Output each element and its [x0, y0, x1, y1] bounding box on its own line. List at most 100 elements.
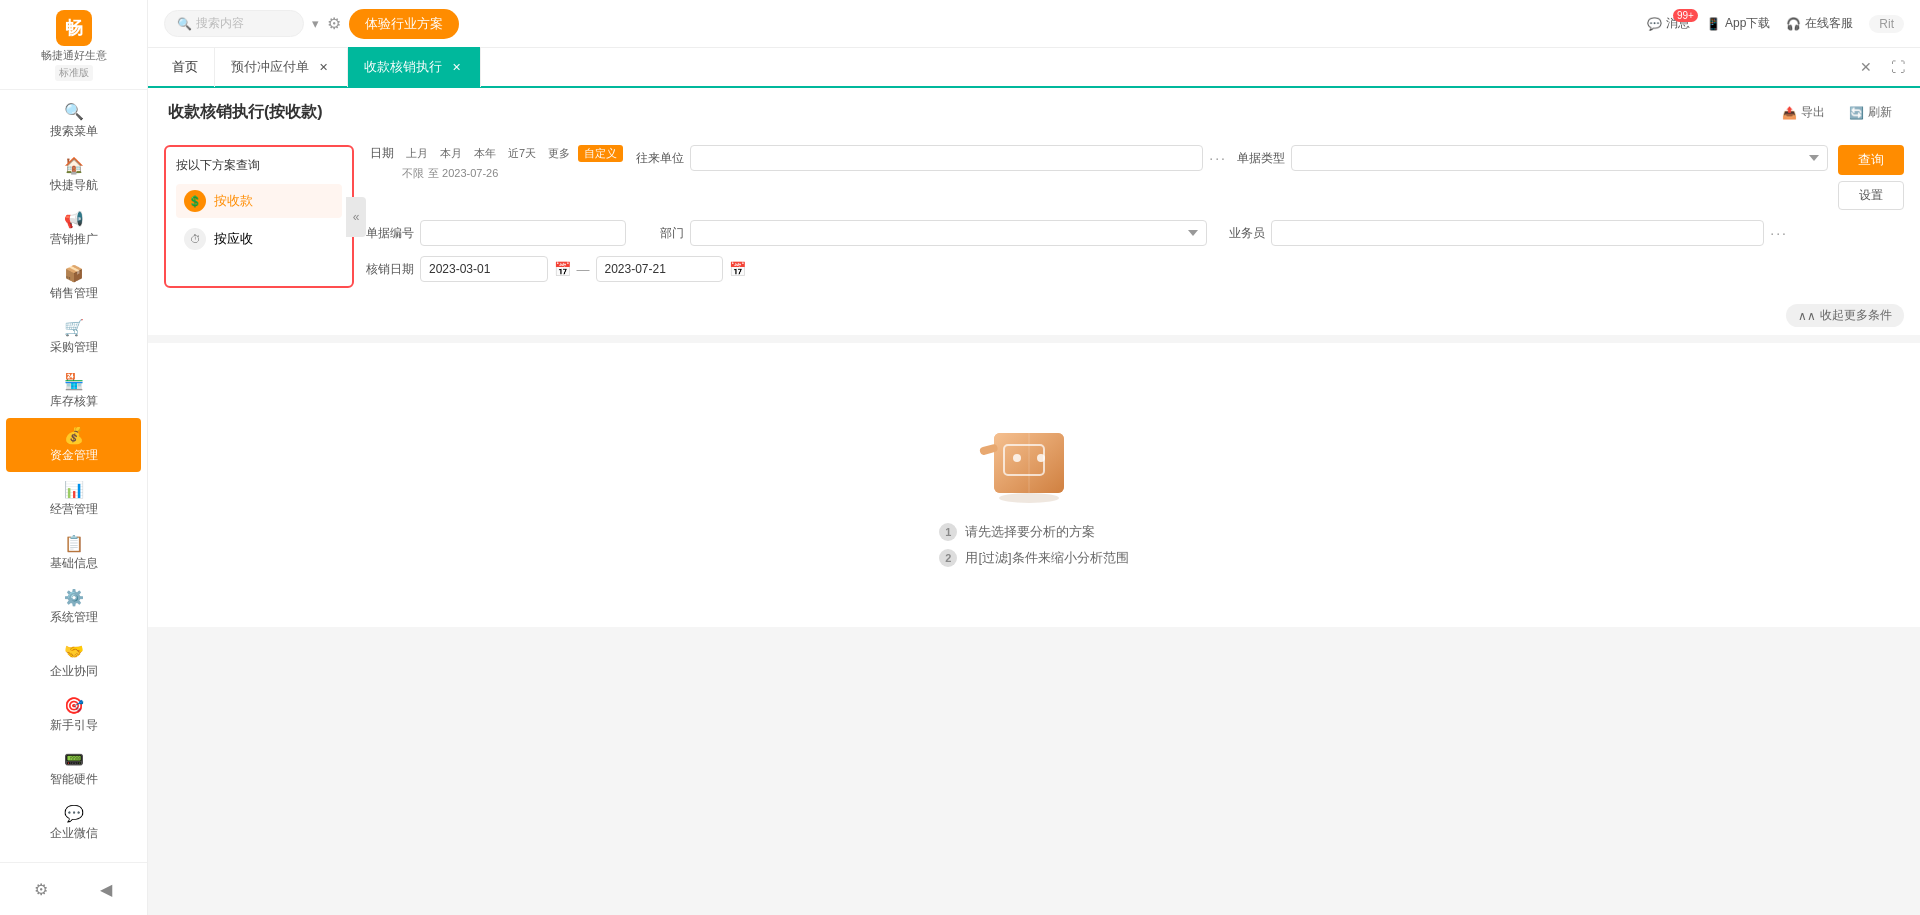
verify-date-start-input[interactable]	[420, 256, 548, 282]
sidebar-item-member[interactable]: V 畅会员	[0, 850, 147, 862]
online-service-label: 在线客服	[1805, 15, 1853, 32]
tab-bar: 首页 预付冲应付单 ✕ 收款核销执行 ✕ ✕ ⛶	[148, 48, 1920, 88]
tab-prepay[interactable]: 预付冲应付单 ✕	[215, 47, 348, 87]
settings-bottom-btn[interactable]: ⚙	[25, 873, 57, 905]
date-to-text: 至 2023-07-26	[428, 166, 498, 181]
shortcut-7days[interactable]: 近7天	[504, 145, 540, 162]
dept-select[interactable]	[690, 220, 1207, 246]
staff-input[interactable]	[1271, 220, 1764, 246]
filter-receivable-icon: ⏱	[184, 228, 206, 250]
page-title: 收款核销执行(按收款)	[168, 102, 323, 123]
tab-collection-close-icon[interactable]: ✕	[448, 59, 464, 75]
sidebar-item-purchase[interactable]: 🛒 采购管理	[0, 310, 147, 364]
refresh-icon: 🔄	[1849, 106, 1864, 120]
sidebar-item-operations[interactable]: 📊 经营管理	[0, 472, 147, 526]
query-button[interactable]: 查询	[1838, 145, 1904, 175]
sidebar-item-sales[interactable]: 📦 销售管理	[0, 256, 147, 310]
sidebar-item-hardware[interactable]: 📟 智能硬件	[0, 742, 147, 796]
doc-number-label: 单据编号	[366, 225, 414, 242]
filter-collapse-button[interactable]: «	[346, 197, 366, 237]
user-info[interactable]: Rit	[1869, 15, 1904, 33]
sidebar-item-wechat[interactable]: 💬 企业微信	[0, 796, 147, 850]
sidebar-item-enterprise[interactable]: 🤝 企业协同	[0, 634, 147, 688]
sidebar-item-label-hardware: 智能硬件	[50, 771, 98, 788]
counterparty-input[interactable]	[690, 145, 1203, 171]
verify-date-cal-start-icon[interactable]: 📅	[554, 261, 571, 277]
sidebar-item-finance[interactable]: 💰 资金管理	[6, 418, 141, 472]
verify-date-label: 核销日期	[366, 261, 414, 278]
purchase-icon: 🛒	[64, 318, 84, 337]
sidebar-item-label-operations: 经营管理	[50, 501, 98, 518]
shortcut-this-year[interactable]: 本年	[470, 145, 500, 162]
refresh-label: 刷新	[1868, 104, 1892, 121]
staff-more-icon[interactable]: ···	[1770, 225, 1788, 241]
sidebar-item-guide[interactable]: 🎯 新手引导	[0, 688, 147, 742]
sidebar-nav: 🔍 搜索菜单 🏠 快捷导航 📢 营销推广 📦 销售管理 🛒 采购管理 🏪 库存核…	[0, 90, 147, 862]
doc-type-label: 单据类型	[1237, 150, 1285, 167]
shortcut-this-month[interactable]: 本月	[436, 145, 466, 162]
sidebar-item-quick-nav[interactable]: 🏠 快捷导航	[0, 148, 147, 202]
more-conditions-bar: ∧∧ 收起更多条件	[148, 300, 1920, 335]
online-service-action[interactable]: 🎧 在线客服	[1786, 15, 1853, 32]
export-icon: 📤	[1782, 106, 1797, 120]
refresh-button[interactable]: 🔄 刷新	[1841, 100, 1900, 125]
quick-nav-icon: 🏠	[64, 156, 84, 175]
dept-label: 部门	[636, 225, 684, 242]
app-brand-name: 畅捷通好生意	[41, 48, 107, 63]
header-gear-icon[interactable]: ⚙	[327, 14, 341, 33]
tab-collection[interactable]: 收款核销执行 ✕	[348, 47, 481, 87]
filter-option-by-receivable[interactable]: ⏱ 按应收	[176, 222, 342, 256]
close-tab-btn[interactable]: ✕	[1852, 53, 1880, 81]
doc-number-input[interactable]	[420, 220, 626, 246]
filter-option-collection-label: 按收款	[214, 192, 253, 210]
sidebar-item-search-menu[interactable]: 🔍 搜索菜单	[0, 94, 147, 148]
date-label: 日期	[366, 145, 394, 162]
sidebar-item-label-enterprise: 企业协同	[50, 663, 98, 680]
sidebar-item-marketing[interactable]: 📢 营销推广	[0, 202, 147, 256]
online-service-icon: 🎧	[1786, 17, 1801, 31]
sidebar-item-inventory[interactable]: 🏪 库存核算	[0, 364, 147, 418]
header-search[interactable]: 🔍 搜索内容	[164, 10, 304, 37]
shortcut-custom[interactable]: 自定义	[578, 145, 623, 162]
sidebar-item-label-wechat: 企业微信	[50, 825, 98, 842]
more-conditions-chevron-icon: ∧∧	[1798, 309, 1816, 323]
industry-solution-button[interactable]: 体验行业方案	[349, 9, 459, 39]
sidebar-item-label-basic-info: 基础信息	[50, 555, 98, 572]
counterparty-label: 往来单位	[636, 150, 684, 167]
svg-point-4	[1013, 454, 1021, 462]
settings-button[interactable]: 设置	[1838, 181, 1904, 210]
system-icon: ⚙️	[64, 588, 84, 607]
empty-hint-2: 2 用[过滤]条件来缩小分析范围	[939, 549, 1128, 567]
message-action[interactable]: 💬 消息 99+	[1647, 15, 1690, 32]
message-icon: 💬	[1647, 17, 1662, 31]
sidebar-item-label-search-menu: 搜索菜单	[50, 123, 98, 140]
header-dropdown-icon[interactable]: ▾	[312, 16, 319, 31]
verify-date-end-input[interactable]	[596, 256, 724, 282]
tab-prepay-close-icon[interactable]: ✕	[315, 59, 331, 75]
more-conditions-label: 收起更多条件	[1820, 307, 1892, 324]
tab-home[interactable]: 首页	[156, 47, 215, 87]
shortcut-last-month[interactable]: 上月	[402, 145, 432, 162]
app-logo-icon: 畅	[56, 10, 92, 46]
doc-type-select[interactable]	[1291, 145, 1828, 171]
content-area: 收款核销执行(按收款) 📤 导出 🔄 刷新 按以下方案查询 💲 按收款	[148, 88, 1920, 915]
sales-icon: 📦	[64, 264, 84, 283]
counterparty-more-icon[interactable]: ···	[1209, 150, 1227, 166]
search-menu-icon: 🔍	[64, 102, 84, 121]
sidebar-item-system[interactable]: ⚙️ 系统管理	[0, 580, 147, 634]
collapse-icon: «	[353, 210, 360, 224]
collapse-sidebar-btn[interactable]: ◀	[90, 873, 122, 905]
sidebar-bottom: ⚙ ◀	[0, 862, 147, 915]
sidebar-item-label-inventory: 库存核算	[50, 393, 98, 410]
export-button[interactable]: 📤 导出	[1774, 100, 1833, 125]
fullscreen-tab-btn[interactable]: ⛶	[1884, 53, 1912, 81]
tab-prepay-label: 预付冲应付单	[231, 58, 309, 76]
filter-option-by-collection[interactable]: 💲 按收款	[176, 184, 342, 218]
verify-date-cal-end-icon[interactable]: 📅	[729, 261, 746, 277]
app-download-action[interactable]: 📱 App下载	[1706, 15, 1770, 32]
sidebar-item-label-sales: 销售管理	[50, 285, 98, 302]
more-conditions-button[interactable]: ∧∧ 收起更多条件	[1786, 304, 1904, 327]
sidebar-item-label-system: 系统管理	[50, 609, 98, 626]
shortcut-more[interactable]: 更多	[544, 145, 574, 162]
sidebar-item-basic-info[interactable]: 📋 基础信息	[0, 526, 147, 580]
